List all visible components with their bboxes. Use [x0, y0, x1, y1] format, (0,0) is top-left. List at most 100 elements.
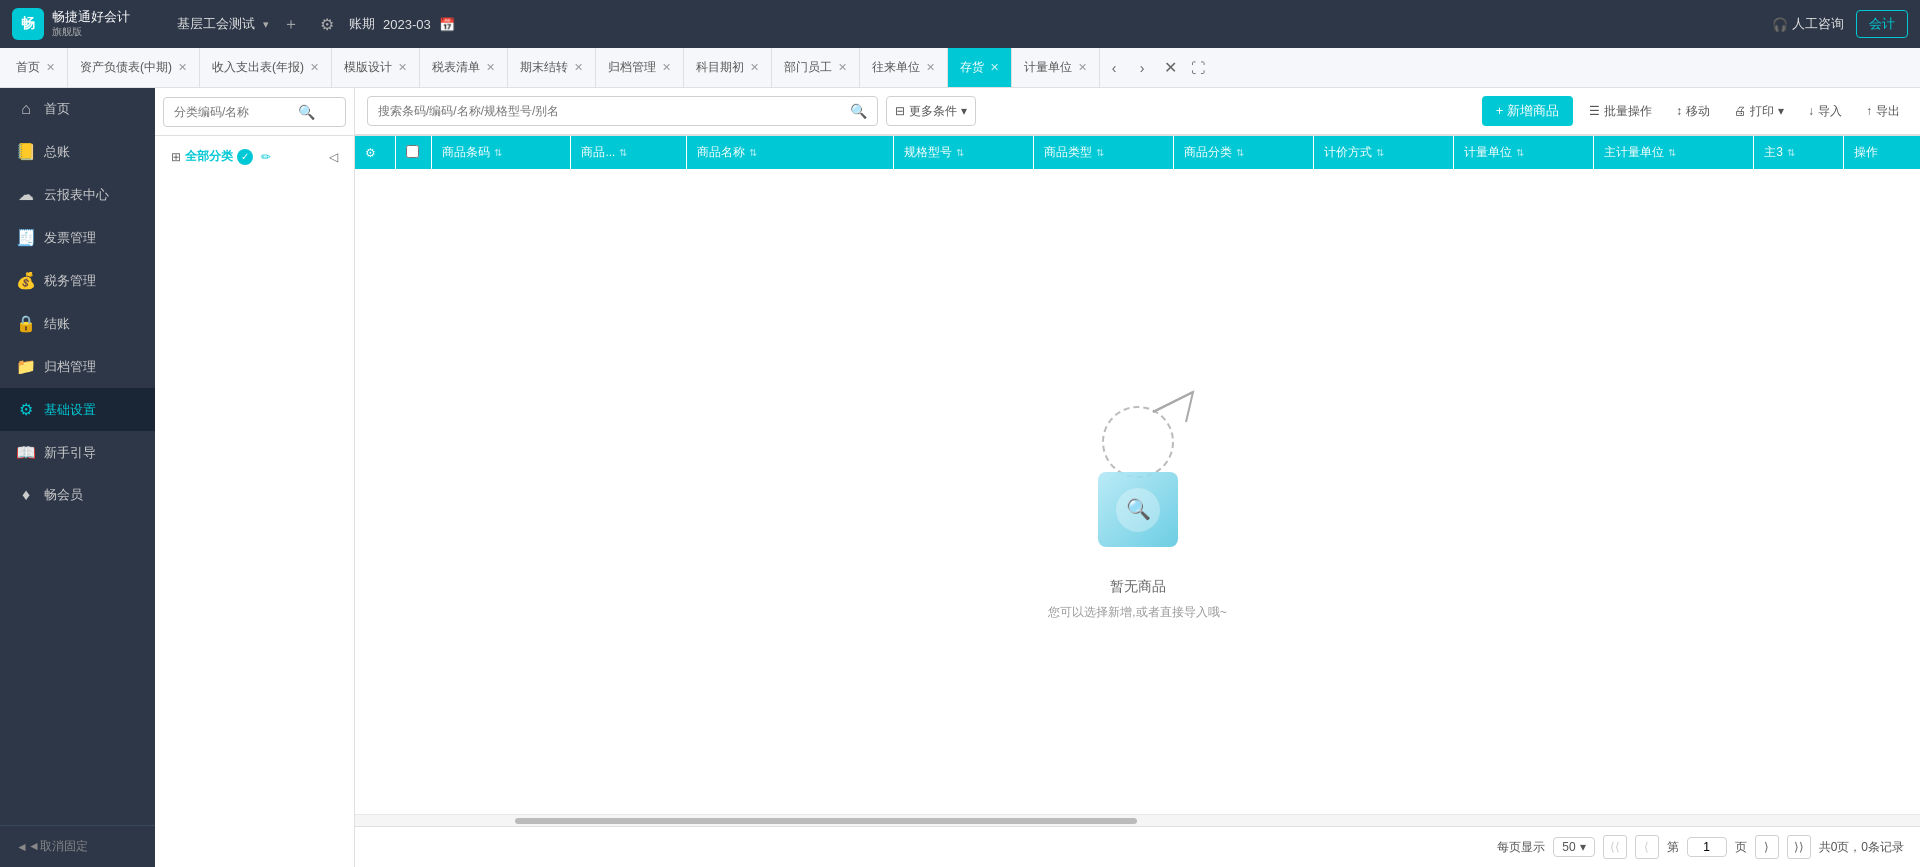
tab-close-partner[interactable]: ✕ [926, 61, 935, 74]
calendar-icon[interactable]: 📅 [439, 17, 455, 32]
sidebar-item-home[interactable]: ⌂ 首页 [0, 88, 155, 130]
sort-barcode-icon[interactable]: ⇅ [494, 147, 502, 158]
tab-template[interactable]: 模版设计 ✕ [332, 48, 420, 88]
th-spec[interactable]: 规格型号 ⇅ [894, 136, 1034, 169]
th-barcode[interactable]: 商品条码 ⇅ [431, 136, 571, 169]
panel-collapse-btn[interactable]: ◁ [329, 150, 338, 164]
settings-col-icon[interactable]: ⚙ [365, 146, 376, 160]
account-button[interactable]: 会计 [1856, 10, 1908, 38]
collapse-arrow-icon: ◄ [16, 840, 28, 854]
service-button[interactable]: 🎧 人工咨询 [1772, 15, 1844, 33]
tab-prev-btn[interactable]: ‹ [1100, 48, 1128, 88]
page-input[interactable] [1687, 837, 1727, 857]
sidebar-item-ledger[interactable]: 📒 总账 [0, 130, 155, 173]
last-page-btn[interactable]: ⟩⟩ [1787, 835, 1811, 859]
product-search-input[interactable] [378, 104, 846, 118]
th-col3[interactable]: 主3 ⇅ [1754, 136, 1843, 169]
sidebar-item-invoice[interactable]: 🧾 发票管理 [0, 216, 155, 259]
sidebar-item-close[interactable]: 🔒 结账 [0, 302, 155, 345]
sidebar-item-basic[interactable]: ⚙ 基础设置 [0, 388, 155, 431]
th-category[interactable]: 商品分类 ⇅ [1174, 136, 1314, 169]
tab-inventory[interactable]: 存货 ✕ [948, 48, 1012, 88]
table-scroll-area[interactable]: ⚙ 商品条码 ⇅ [355, 136, 1920, 169]
sort-unit-icon[interactable]: ⇅ [1516, 147, 1524, 158]
export-btn[interactable]: ↑ 导出 [1858, 96, 1908, 126]
add-tab-btn[interactable]: ＋ [277, 10, 305, 38]
tab-close-staff[interactable]: ✕ [838, 61, 847, 74]
tab-close-income[interactable]: ✕ [310, 61, 319, 74]
category-search-icon[interactable]: 🔍 [298, 104, 315, 120]
tab-subject[interactable]: 科目期初 ✕ [684, 48, 772, 88]
product-search-icon[interactable]: 🔍 [850, 103, 867, 119]
horizontal-scrollbar[interactable] [355, 814, 1920, 826]
sidebar-item-tax[interactable]: 💰 税务管理 [0, 259, 155, 302]
sidebar-item-archive[interactable]: 📁 归档管理 [0, 345, 155, 388]
tab-close-template[interactable]: ✕ [398, 61, 407, 74]
th-pricing[interactable]: 计价方式 ⇅ [1313, 136, 1453, 169]
first-page-btn[interactable]: ⟨⟨ [1603, 835, 1627, 859]
page-size-select[interactable]: 50 ▾ [1553, 837, 1594, 857]
tab-income[interactable]: 收入支出表(年报) ✕ [200, 48, 332, 88]
prev-page-btn[interactable]: ⟨ [1635, 835, 1659, 859]
category-search-input[interactable] [174, 105, 294, 119]
th-unit[interactable]: 计量单位 ⇅ [1453, 136, 1593, 169]
filter-btn[interactable]: ⊟ 更多条件 ▾ [886, 96, 976, 126]
sidebar-item-member[interactable]: ♦ 畅会员 [0, 474, 155, 516]
tab-balance[interactable]: 资产负债表(中期) ✕ [68, 48, 200, 88]
tab-archive[interactable]: 归档管理 ✕ [596, 48, 684, 88]
sort-category-icon[interactable]: ⇅ [1236, 147, 1244, 158]
tab-close-period[interactable]: ✕ [574, 61, 583, 74]
th-settings[interactable]: ⚙ [355, 136, 395, 169]
tab-taxreturn[interactable]: 税表清单 ✕ [420, 48, 508, 88]
tab-home[interactable]: 首页 ✕ [4, 48, 68, 88]
tab-close-all-btn[interactable]: ✕ [1156, 48, 1184, 88]
sort-name-icon[interactable]: ⇅ [749, 147, 757, 158]
tab-close-unit[interactable]: ✕ [1078, 61, 1087, 74]
sort-code-icon[interactable]: ⇅ [619, 147, 627, 158]
th-name[interactable]: 商品名称 ⇅ [687, 136, 894, 169]
next-page-btn[interactable]: ⟩ [1755, 835, 1779, 859]
tab-close-balance[interactable]: ✕ [178, 61, 187, 74]
th-main-unit[interactable]: 主计量单位 ⇅ [1593, 136, 1754, 169]
tab-close-archive[interactable]: ✕ [662, 61, 671, 74]
company-dropdown-icon[interactable]: ▾ [263, 18, 269, 31]
all-category-label[interactable]: 全部分类 [185, 148, 233, 165]
sort-col3-icon[interactable]: ⇅ [1787, 147, 1795, 158]
sidebar-collapse-btn[interactable]: ◄ ◄取消固定 [0, 825, 155, 867]
add-product-btn[interactable]: + 新增商品 [1482, 96, 1573, 126]
tab-close-taxreturn[interactable]: ✕ [486, 61, 495, 74]
tab-expand-btn[interactable]: ⛶ [1184, 48, 1212, 88]
print-btn[interactable]: 🖨 打印 ▾ [1726, 96, 1792, 126]
select-all-checkbox[interactable] [406, 145, 419, 158]
tab-unit[interactable]: 计量单位 ✕ [1012, 48, 1100, 88]
import-btn[interactable]: ↓ 导入 [1800, 96, 1850, 126]
sort-pricing-icon[interactable]: ⇅ [1376, 147, 1384, 158]
th-code[interactable]: 商品... ⇅ [571, 136, 687, 169]
scroll-thumb[interactable] [515, 818, 1138, 824]
panel-header: ⊞ 全部分类 ✓ ✏ ◁ [163, 144, 346, 169]
batch-btn[interactable]: ☰ 批量操作 [1581, 96, 1660, 126]
sort-spec-icon[interactable]: ⇅ [956, 147, 964, 158]
move-btn[interactable]: ↕ 移动 [1668, 96, 1718, 126]
settings-icon[interactable]: ⚙ [313, 10, 341, 38]
category-search-box[interactable]: 🔍 [163, 97, 346, 127]
sidebar-item-guide[interactable]: 📖 新手引导 [0, 431, 155, 474]
tab-close-subject[interactable]: ✕ [750, 61, 759, 74]
th-checkbox[interactable] [395, 136, 431, 169]
sidebar-item-reports[interactable]: ☁ 云报表中心 [0, 173, 155, 216]
tab-close-inventory[interactable]: ✕ [990, 61, 999, 74]
tab-staff[interactable]: 部门员工 ✕ [772, 48, 860, 88]
product-search-box[interactable]: 🔍 [367, 96, 878, 126]
home-icon: ⌂ [16, 100, 36, 118]
sort-type-icon[interactable]: ⇅ [1096, 147, 1104, 158]
pagination: 每页显示 50 ▾ ⟨⟨ ⟨ 第 页 ⟩ ⟩⟩ 共0页，0条记录 [355, 826, 1920, 867]
tab-next-btn[interactable]: › [1128, 48, 1156, 88]
tab-period[interactable]: 期末结转 ✕ [508, 48, 596, 88]
tab-close-home[interactable]: ✕ [46, 61, 55, 74]
sort-main-unit-icon[interactable]: ⇅ [1668, 147, 1676, 158]
panel-edit-icon[interactable]: ✏ [261, 150, 271, 164]
th-type[interactable]: 商品类型 ⇅ [1034, 136, 1174, 169]
app-logo: 畅 [12, 8, 44, 40]
tab-partner[interactable]: 往来单位 ✕ [860, 48, 948, 88]
page-size-label: 每页显示 [1497, 839, 1545, 856]
